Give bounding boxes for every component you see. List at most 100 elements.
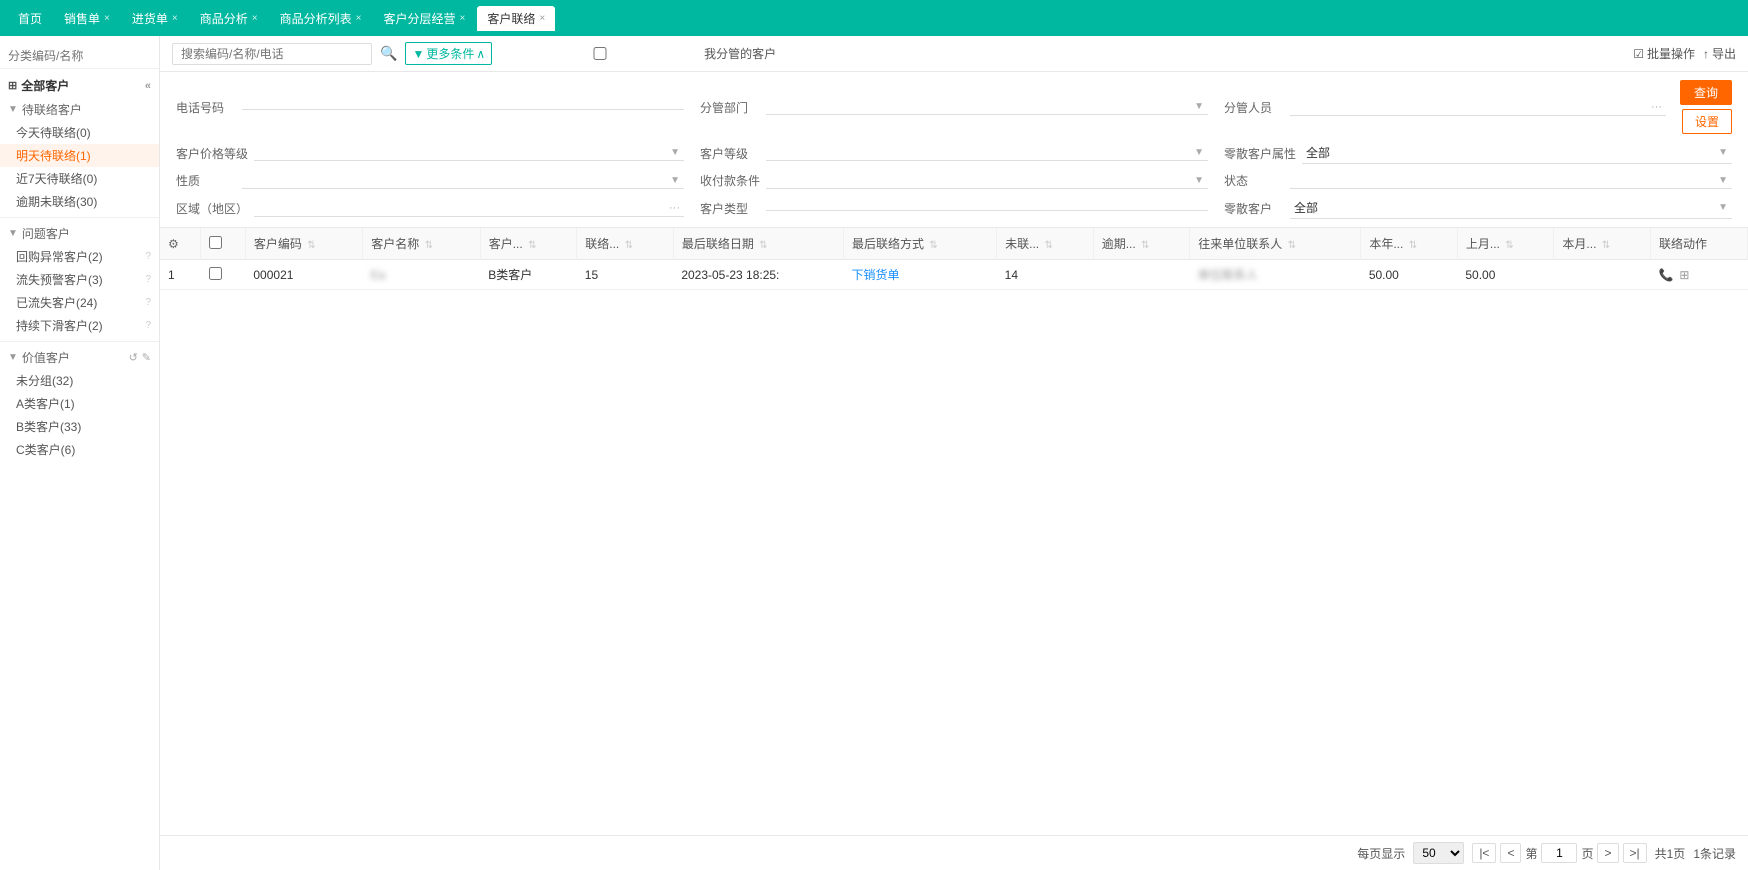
sidebar: 🔍 ⊞ 全部客户 « ▼ 待联络客户 今天待联络(0) 明天待联络(1) 近7天… xyxy=(0,36,160,870)
total-records: 1条记录 xyxy=(1693,845,1736,862)
nav-customer-segment[interactable]: 客户分层经营 × xyxy=(373,6,475,31)
phone-action-icon[interactable]: 📞 xyxy=(1658,268,1673,282)
sort-icon-thismonth[interactable]: ⇅ xyxy=(1602,240,1610,251)
batch-ops-button[interactable]: ☑ 批量操作 xyxy=(1633,45,1695,62)
sidebar-item-ungrouped[interactable]: 未分组(32) xyxy=(0,369,159,392)
col-contact-count: 联络... ⇅ xyxy=(577,228,674,260)
nav-purchase[interactable]: 进货单 × xyxy=(122,6,188,31)
col-gear[interactable]: ⚙ xyxy=(160,228,201,260)
top-navigation: 首页 销售单 × 进货单 × 商品分析 × 商品分析列表 × 客户分层经营 × … xyxy=(0,0,1748,36)
filter-input-person[interactable]: ··· xyxy=(1290,99,1666,116)
last-method-link[interactable]: 下销货单 xyxy=(851,268,899,282)
cell-index: 1 xyxy=(160,260,201,290)
sidebar-item-b-class[interactable]: B类客户(33) xyxy=(0,415,159,438)
caret-down-icon-7: ▼ xyxy=(1718,175,1728,186)
row-checkbox[interactable] xyxy=(209,267,222,280)
filter-input-phone[interactable] xyxy=(242,105,684,110)
search-button[interactable]: 🔍 xyxy=(380,45,397,62)
page-size-select[interactable]: 50 10 20 100 xyxy=(1413,842,1464,864)
col-check[interactable] xyxy=(201,228,246,260)
search-input[interactable] xyxy=(172,43,372,65)
sidebar-item-overdue[interactable]: 逾期未联络(30) xyxy=(0,190,159,213)
query-button[interactable]: 查询 xyxy=(1680,80,1732,105)
filter-input-payment[interactable]: ▼ xyxy=(766,173,1208,189)
content-area: 🔍 ▼ 更多条件 ∧ 我分管的客户 ☑ 批量操作 ↑ 导出 xyxy=(160,36,1748,870)
filter-row-cust-level: 客户等级 ▼ xyxy=(700,142,1208,164)
next-page-button[interactable]: > xyxy=(1597,843,1618,863)
sidebar-group-pending[interactable]: ▼ 待联络客户 xyxy=(0,98,159,121)
nav-analysis-list[interactable]: 商品分析列表 × xyxy=(270,6,372,31)
my-customers-checkbox[interactable] xyxy=(500,47,700,60)
last-page-button[interactable]: >| xyxy=(1623,843,1647,863)
edit-icon[interactable]: ✎ xyxy=(142,351,151,364)
filter-input-retail-cust[interactable]: 全部▼ xyxy=(1290,197,1732,219)
sort-icon-uncontacted[interactable]: ⇅ xyxy=(1045,240,1053,251)
cell-check[interactable] xyxy=(201,260,246,290)
filter-input-cust-level[interactable]: ▼ xyxy=(766,145,1208,161)
filter-input-dept[interactable]: ▼ xyxy=(766,99,1208,115)
sidebar-item-7days[interactable]: 近7天待联络(0) xyxy=(0,167,159,190)
sidebar-item-today[interactable]: 今天待联络(0) xyxy=(0,121,159,144)
cell-name: Ea xyxy=(363,260,480,290)
sort-icon-method[interactable]: ⇅ xyxy=(929,240,937,251)
filter-input-region[interactable]: ··· xyxy=(254,200,684,217)
page-unit: 页 xyxy=(1581,845,1593,862)
sidebar-item-c-class[interactable]: C类客户(6) xyxy=(0,438,159,461)
toolbar-right: ☑ 批量操作 ↑ 导出 xyxy=(1633,45,1736,62)
gear-icon[interactable]: ⚙ xyxy=(168,237,179,251)
nav-sales[interactable]: 销售单 × xyxy=(54,6,120,31)
filter-input-price-level[interactable]: ▼ xyxy=(254,145,684,161)
sort-icon-name[interactable]: ⇅ xyxy=(425,240,433,251)
sidebar-item-churn-warning[interactable]: 流失预警客户(3) ? xyxy=(0,268,159,291)
caret-down-icon-4: ▼ xyxy=(1718,147,1728,158)
sort-icon-code[interactable]: ⇅ xyxy=(307,240,315,251)
sidebar-item-declining[interactable]: 持续下滑客户(2) ? xyxy=(0,314,159,337)
cell-last-method[interactable]: 下销货单 xyxy=(843,260,996,290)
more-conditions-button[interactable]: ▼ 更多条件 ∧ xyxy=(405,42,492,65)
settings-button[interactable]: 设置 xyxy=(1682,109,1732,134)
sidebar-search-input[interactable] xyxy=(8,49,160,63)
refresh-icon[interactable]: ↺ xyxy=(129,351,138,364)
sort-icon-year[interactable]: ⇅ xyxy=(1409,240,1417,251)
sidebar-item-a-class[interactable]: A类客户(1) xyxy=(0,392,159,415)
sidebar-item-tomorrow[interactable]: 明天待联络(1) xyxy=(0,144,159,167)
qr-action-icon[interactable]: ⊞ xyxy=(1679,268,1689,282)
close-analysis-list-tab[interactable]: × xyxy=(356,13,362,24)
sidebar-item-churned[interactable]: 已流失客户(24) ? xyxy=(0,291,159,314)
sort-icon-unit[interactable]: ⇅ xyxy=(1288,240,1296,251)
select-all-checkbox[interactable] xyxy=(209,236,222,249)
sort-icon-lastmonth[interactable]: ⇅ xyxy=(1505,240,1513,251)
sort-icon-overdue[interactable]: ⇅ xyxy=(1141,240,1149,251)
sort-icon-type[interactable]: ⇅ xyxy=(528,240,536,251)
prev-page-button[interactable]: < xyxy=(1500,843,1521,863)
nav-analysis[interactable]: 商品分析 × xyxy=(190,6,268,31)
page-number-input[interactable] xyxy=(1541,843,1577,863)
close-analysis-tab[interactable]: × xyxy=(252,13,258,24)
cell-contact-count: 15 xyxy=(577,260,674,290)
sidebar-all-customers[interactable]: ⊞ 全部客户 « xyxy=(0,73,159,98)
filter-input-retail-attr[interactable]: 全部▼ xyxy=(1302,142,1732,164)
nav-home[interactable]: 首页 xyxy=(8,6,52,31)
filter-input-cust-type[interactable] xyxy=(766,206,1208,211)
col-code: 客户编码 ⇅ xyxy=(245,228,362,260)
sidebar-item-abnormal[interactable]: 回购异常客户(2) ? xyxy=(0,245,159,268)
col-last-date: 最后联络日期 ⇅ xyxy=(673,228,843,260)
filter-input-status[interactable]: ▼ xyxy=(1290,173,1732,189)
sort-icon-contact[interactable]: ⇅ xyxy=(625,240,633,251)
table-header-row: ⚙ 客户编码 ⇅ 客户名称 ⇅ 客户... ⇅ xyxy=(160,228,1748,260)
close-segment-tab[interactable]: × xyxy=(459,13,465,24)
nav-customer-contact[interactable]: 客户联络 × xyxy=(477,6,555,31)
sort-icon-date[interactable]: ⇅ xyxy=(759,240,767,251)
sidebar-search-bar: 🔍 xyxy=(0,44,159,69)
close-purchase-tab[interactable]: × xyxy=(172,13,178,24)
sidebar-divider-1 xyxy=(0,217,159,218)
filter-input-nature[interactable]: ▼ xyxy=(242,173,684,189)
close-contact-tab[interactable]: × xyxy=(539,13,545,24)
sidebar-group-problem[interactable]: ▼ 问题客户 xyxy=(0,222,159,245)
col-last-method: 最后联络方式 ⇅ xyxy=(843,228,996,260)
first-page-button[interactable]: |< xyxy=(1472,843,1496,863)
sidebar-group-value[interactable]: ▼ 价值客户 ↺ ✎ xyxy=(0,346,159,369)
collapse-icon[interactable]: « xyxy=(145,80,151,92)
close-sales-tab[interactable]: × xyxy=(104,13,110,24)
export-button[interactable]: ↑ 导出 xyxy=(1703,45,1736,62)
